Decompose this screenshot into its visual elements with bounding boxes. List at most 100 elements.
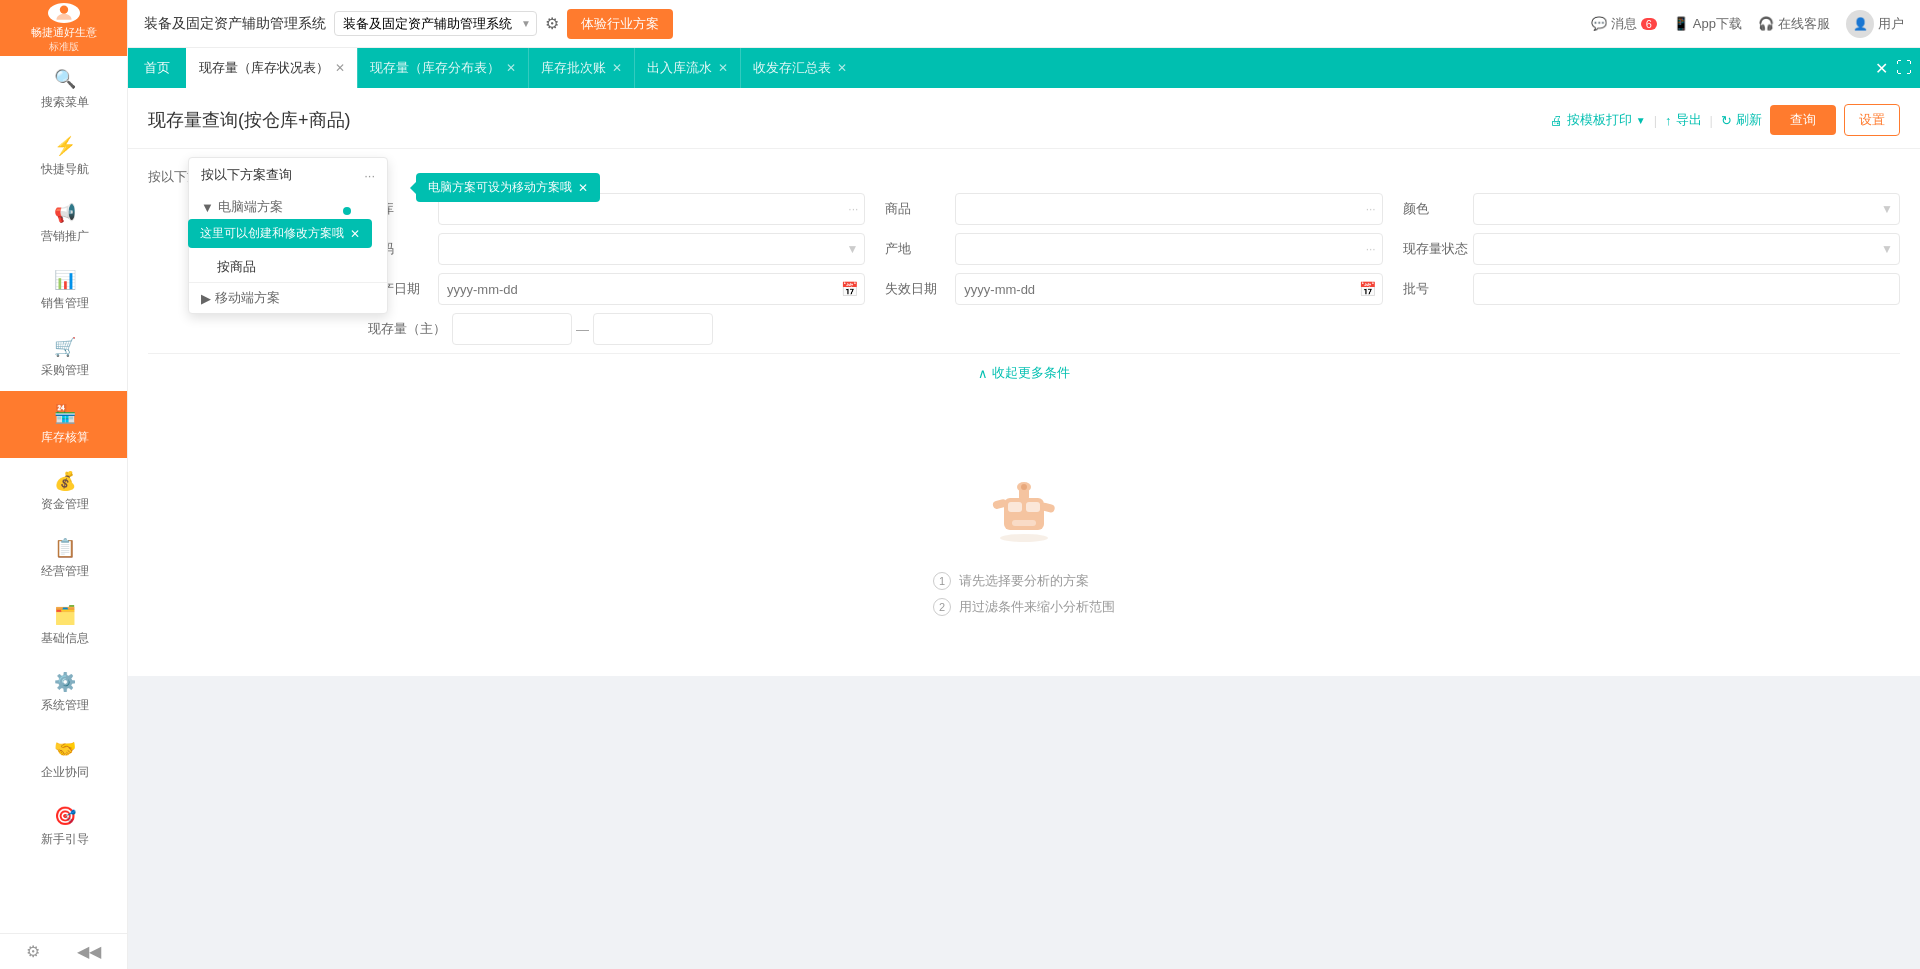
tab-close-1[interactable]: ✕ [506, 61, 516, 75]
user-btn[interactable]: 👤 用户 [1846, 10, 1904, 38]
goods-input[interactable] [964, 202, 1373, 217]
chart-icon: 📊 [54, 269, 76, 291]
page-actions: 🖨 按模板打印 ▼ | ↑ 导出 | ↻ 刷新 查询 设置 [1550, 104, 1900, 136]
system-select[interactable]: 装备及固定资产辅助管理系统 [334, 11, 537, 36]
expire-date-calendar-icon[interactable]: 📅 [1359, 281, 1376, 297]
app-download-btn[interactable]: 📱 App下载 [1673, 15, 1742, 33]
color-input[interactable] [1482, 202, 1891, 217]
message-badge: 6 [1641, 18, 1657, 30]
search-btn[interactable]: 查询 [1770, 105, 1836, 135]
setup-btn[interactable]: 设置 [1844, 104, 1900, 136]
sp-item-goods[interactable]: 按商品 [189, 252, 387, 282]
tooltip-anchor-1: 电脑方案可设为移动方案哦 ✕ [416, 173, 600, 202]
shopping-icon: 🛒 [54, 336, 76, 358]
sidebar-item-basic[interactable]: 🗂️ 基础信息 [0, 592, 127, 659]
online-service-btn[interactable]: 🎧 在线客服 [1758, 15, 1830, 33]
filter-size: 尺码 ▼ [368, 233, 865, 265]
sidebar-item-system[interactable]: ⚙️ 系统管理 [0, 659, 127, 726]
warehouse-icon: 🏪 [54, 403, 76, 425]
chevron-print-icon: ▼ [1636, 115, 1646, 126]
collapse-chevron-icon: ∧ [978, 366, 988, 381]
stock-status-input[interactable] [1482, 242, 1891, 257]
sidebar-item-label: 新手引导 [41, 831, 89, 848]
tab-home[interactable]: 首页 [128, 48, 186, 88]
sidebar-logo: 畅捷通好生意 标准版 [0, 0, 127, 56]
tooltip1-close-btn[interactable]: ✕ [578, 181, 588, 195]
sidebar-item-enterprise[interactable]: 🤝 企业协同 [0, 726, 127, 793]
print-btn[interactable]: 🖨 按模板打印 ▼ [1550, 111, 1646, 129]
sp-more-icon[interactable]: ··· [364, 168, 375, 183]
export-btn[interactable]: ↑ 导出 [1665, 111, 1702, 129]
sp-group-mobile-row[interactable]: ▶ 移动端方案 [189, 282, 387, 313]
megaphone-icon: 📢 [54, 202, 76, 224]
export-label: 导出 [1676, 111, 1702, 129]
tooltip-text-2: 这里可以创建和修改方案哦 [200, 225, 344, 242]
sidebar-item-operation[interactable]: 📋 经营管理 [0, 525, 127, 592]
tab-label-0: 现存量（库存状况表） [199, 59, 329, 77]
size-input[interactable] [447, 242, 856, 257]
collapse-sidebar-btn[interactable]: ◀◀ [77, 942, 101, 961]
refresh-btn[interactable]: ↻ 刷新 [1721, 111, 1762, 129]
stock-main-from-input[interactable] [461, 322, 563, 337]
sidebar-item-purchase[interactable]: 🛒 采购管理 [0, 324, 127, 391]
sidebar-item-marketing[interactable]: 📢 营销推广 [0, 190, 127, 257]
trial-btn[interactable]: 体验行业方案 [567, 9, 673, 39]
tip-text-2: 用过滤条件来缩小分析范围 [959, 598, 1115, 616]
sp-header: 按以下方案查询 ··· [189, 158, 387, 192]
sidebar-item-label: 采购管理 [41, 362, 89, 379]
sidebar-item-label: 系统管理 [41, 697, 89, 714]
sidebar: 畅捷通好生意 标准版 🔍 搜索菜单 ⚡ 快捷导航 📢 营销推广 📊 销售管理 🛒… [0, 0, 128, 969]
sidebar-item-label: 基础信息 [41, 630, 89, 647]
origin-input[interactable] [964, 242, 1373, 257]
warehouse-input[interactable] [447, 202, 856, 217]
tab-close-2[interactable]: ✕ [612, 61, 622, 75]
sidebar-item-search[interactable]: 🔍 搜索菜单 [0, 56, 127, 123]
message-btn[interactable]: 💬 消息 6 [1591, 15, 1657, 33]
tab-item-4[interactable]: 收发存汇总表 ✕ [740, 48, 859, 88]
prod-date-input[interactable] [447, 282, 856, 297]
tooltip2-close-btn[interactable]: ✕ [350, 227, 360, 241]
online-service-label: 在线客服 [1778, 15, 1830, 33]
search-icon: 🔍 [54, 68, 76, 90]
sidebar-item-label: 营销推广 [41, 228, 89, 245]
expire-date-label: 失效日期 [885, 280, 955, 298]
sidebar-item-guide[interactable]: 🎯 新手引导 [0, 793, 127, 860]
expire-date-input[interactable] [964, 282, 1373, 297]
tab-close-0[interactable]: ✕ [335, 61, 345, 75]
tab-label-1: 现存量（库存分布表） [370, 59, 500, 77]
batch-input[interactable] [1482, 282, 1891, 297]
sidebar-nav: 🔍 搜索菜单 ⚡ 快捷导航 📢 营销推广 📊 销售管理 🛒 采购管理 🏪 库存核… [0, 56, 127, 933]
sidebar-item-quick[interactable]: ⚡ 快捷导航 [0, 123, 127, 190]
divider2: | [1710, 113, 1713, 128]
tab-item-3[interactable]: 出入库流水 ✕ [634, 48, 740, 88]
sidebar-item-sales[interactable]: 📊 销售管理 [0, 257, 127, 324]
tab-item-1[interactable]: 现存量（库存分布表） ✕ [357, 48, 528, 88]
settings-bottom-btn[interactable]: ⚙ [26, 942, 40, 961]
tab-item-2[interactable]: 库存批次账 ✕ [528, 48, 634, 88]
prod-date-calendar-icon[interactable]: 📅 [841, 281, 858, 297]
sp-group-desktop-row[interactable]: ▼ 电脑端方案 [189, 192, 387, 222]
expire-date-control: 📅 [955, 273, 1382, 305]
tooltip-bubble-1: 电脑方案可设为移动方案哦 ✕ [416, 173, 600, 202]
tab-label-3: 出入库流水 [647, 59, 712, 77]
sidebar-item-inventory[interactable]: 🏪 库存核算 [0, 391, 127, 458]
page-content: 现存量查询(按仓库+商品) 🖨 按模板打印 ▼ | ↑ 导出 | ↻ [128, 88, 1920, 969]
filter-expire-date: 失效日期 📅 [885, 273, 1382, 305]
system-select-wrap: 装备及固定资产辅助管理系统 ▼ [334, 11, 537, 36]
tab-close-all-icon[interactable]: ✕ [1875, 59, 1888, 78]
tab-item-0[interactable]: 现存量（库存状况表） ✕ [186, 48, 357, 88]
stock-main-to-input[interactable] [602, 322, 704, 337]
tab-close-4[interactable]: ✕ [837, 61, 847, 75]
topbar-gear-icon[interactable]: ⚙ [545, 14, 559, 33]
svg-rect-4 [1026, 502, 1040, 512]
sidebar-item-label: 搜索菜单 [41, 94, 89, 111]
tab-expand-icon[interactable]: ⛶ [1896, 59, 1912, 77]
svg-point-0 [59, 5, 67, 13]
sidebar-item-finance[interactable]: 💰 资金管理 [0, 458, 127, 525]
headset-icon: 🎧 [1758, 16, 1774, 31]
collapse-bar[interactable]: ∧ 收起更多条件 [148, 353, 1900, 392]
dot-indicator [343, 207, 351, 215]
phone-icon: 📱 [1673, 16, 1689, 31]
origin-label: 产地 [885, 240, 955, 258]
tab-close-3[interactable]: ✕ [718, 61, 728, 75]
